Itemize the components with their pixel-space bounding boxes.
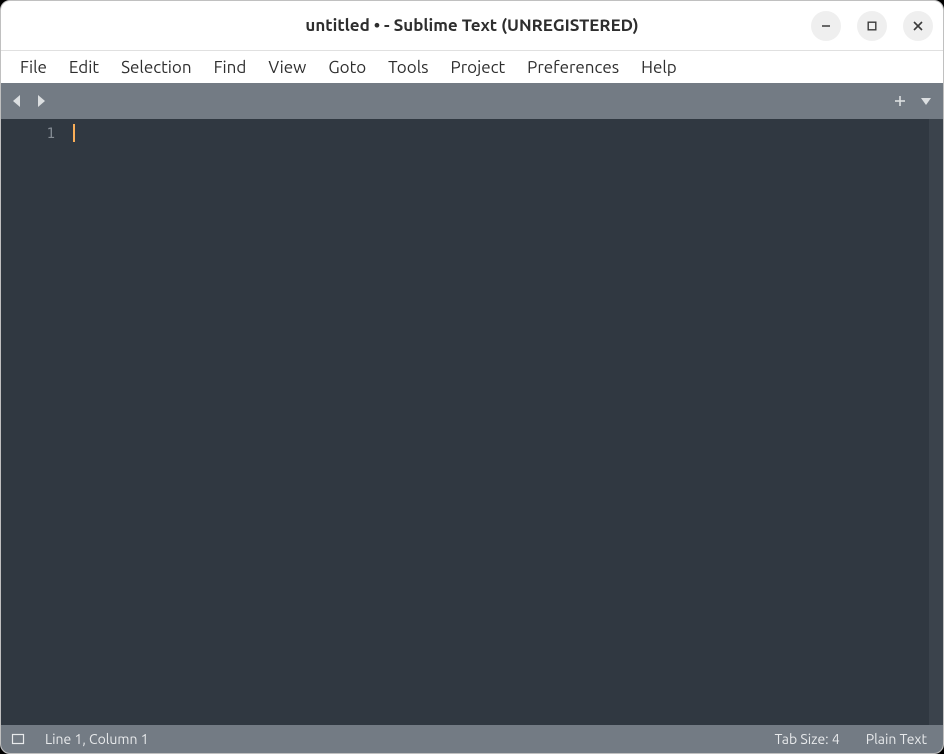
chevron-right-icon bbox=[35, 94, 47, 108]
minimize-button[interactable] bbox=[811, 11, 841, 41]
menu-file[interactable]: File bbox=[9, 54, 58, 81]
menu-goto[interactable]: Goto bbox=[317, 54, 377, 81]
maximize-button[interactable] bbox=[857, 11, 887, 41]
status-syntax[interactable]: Plain Text bbox=[860, 731, 933, 747]
titlebar: untitled • - Sublime Text (UNREGISTERED) bbox=[1, 1, 943, 51]
line-number: 1 bbox=[1, 124, 55, 144]
menubar: File Edit Selection Find View Goto Tools… bbox=[1, 51, 943, 83]
minimize-icon bbox=[820, 20, 832, 32]
app-window: untitled • - Sublime Text (UNREGISTERED)… bbox=[0, 0, 944, 754]
tab-dropdown-button[interactable] bbox=[915, 90, 937, 112]
tab-control-group bbox=[889, 90, 937, 112]
tabstrip bbox=[1, 83, 943, 119]
maximize-icon bbox=[866, 20, 878, 32]
chevron-down-icon bbox=[919, 94, 933, 108]
tab-history-back-button[interactable] bbox=[7, 90, 27, 112]
window-title: untitled • - Sublime Text (UNREGISTERED) bbox=[1, 16, 943, 35]
plus-icon bbox=[893, 94, 907, 108]
tab-nav-group bbox=[7, 90, 51, 112]
close-icon bbox=[912, 20, 924, 32]
code-content[interactable] bbox=[69, 119, 943, 725]
status-tab-size[interactable]: Tab Size: 4 bbox=[769, 731, 846, 747]
statusbar: Line 1, Column 1 Tab Size: 4 Plain Text bbox=[1, 725, 943, 753]
close-button[interactable] bbox=[903, 11, 933, 41]
new-tab-button[interactable] bbox=[889, 90, 911, 112]
window-controls bbox=[811, 1, 933, 50]
menu-help[interactable]: Help bbox=[630, 54, 688, 81]
panel-switcher-button[interactable] bbox=[11, 732, 25, 746]
status-cursor-position[interactable]: Line 1, Column 1 bbox=[39, 731, 155, 747]
menu-find[interactable]: Find bbox=[203, 54, 258, 81]
vertical-scrollbar[interactable] bbox=[929, 119, 943, 725]
chevron-left-icon bbox=[11, 94, 23, 108]
menu-selection[interactable]: Selection bbox=[110, 54, 203, 81]
menu-preferences[interactable]: Preferences bbox=[516, 54, 630, 81]
menu-project[interactable]: Project bbox=[440, 54, 517, 81]
menu-tools[interactable]: Tools bbox=[377, 54, 439, 81]
menu-edit[interactable]: Edit bbox=[58, 54, 110, 81]
panel-icon bbox=[11, 732, 25, 746]
text-cursor bbox=[73, 124, 75, 142]
menu-view[interactable]: View bbox=[257, 54, 317, 81]
tab-history-forward-button[interactable] bbox=[31, 90, 51, 112]
editor-area[interactable]: 1 bbox=[1, 119, 943, 725]
line-number-gutter: 1 bbox=[1, 119, 69, 725]
